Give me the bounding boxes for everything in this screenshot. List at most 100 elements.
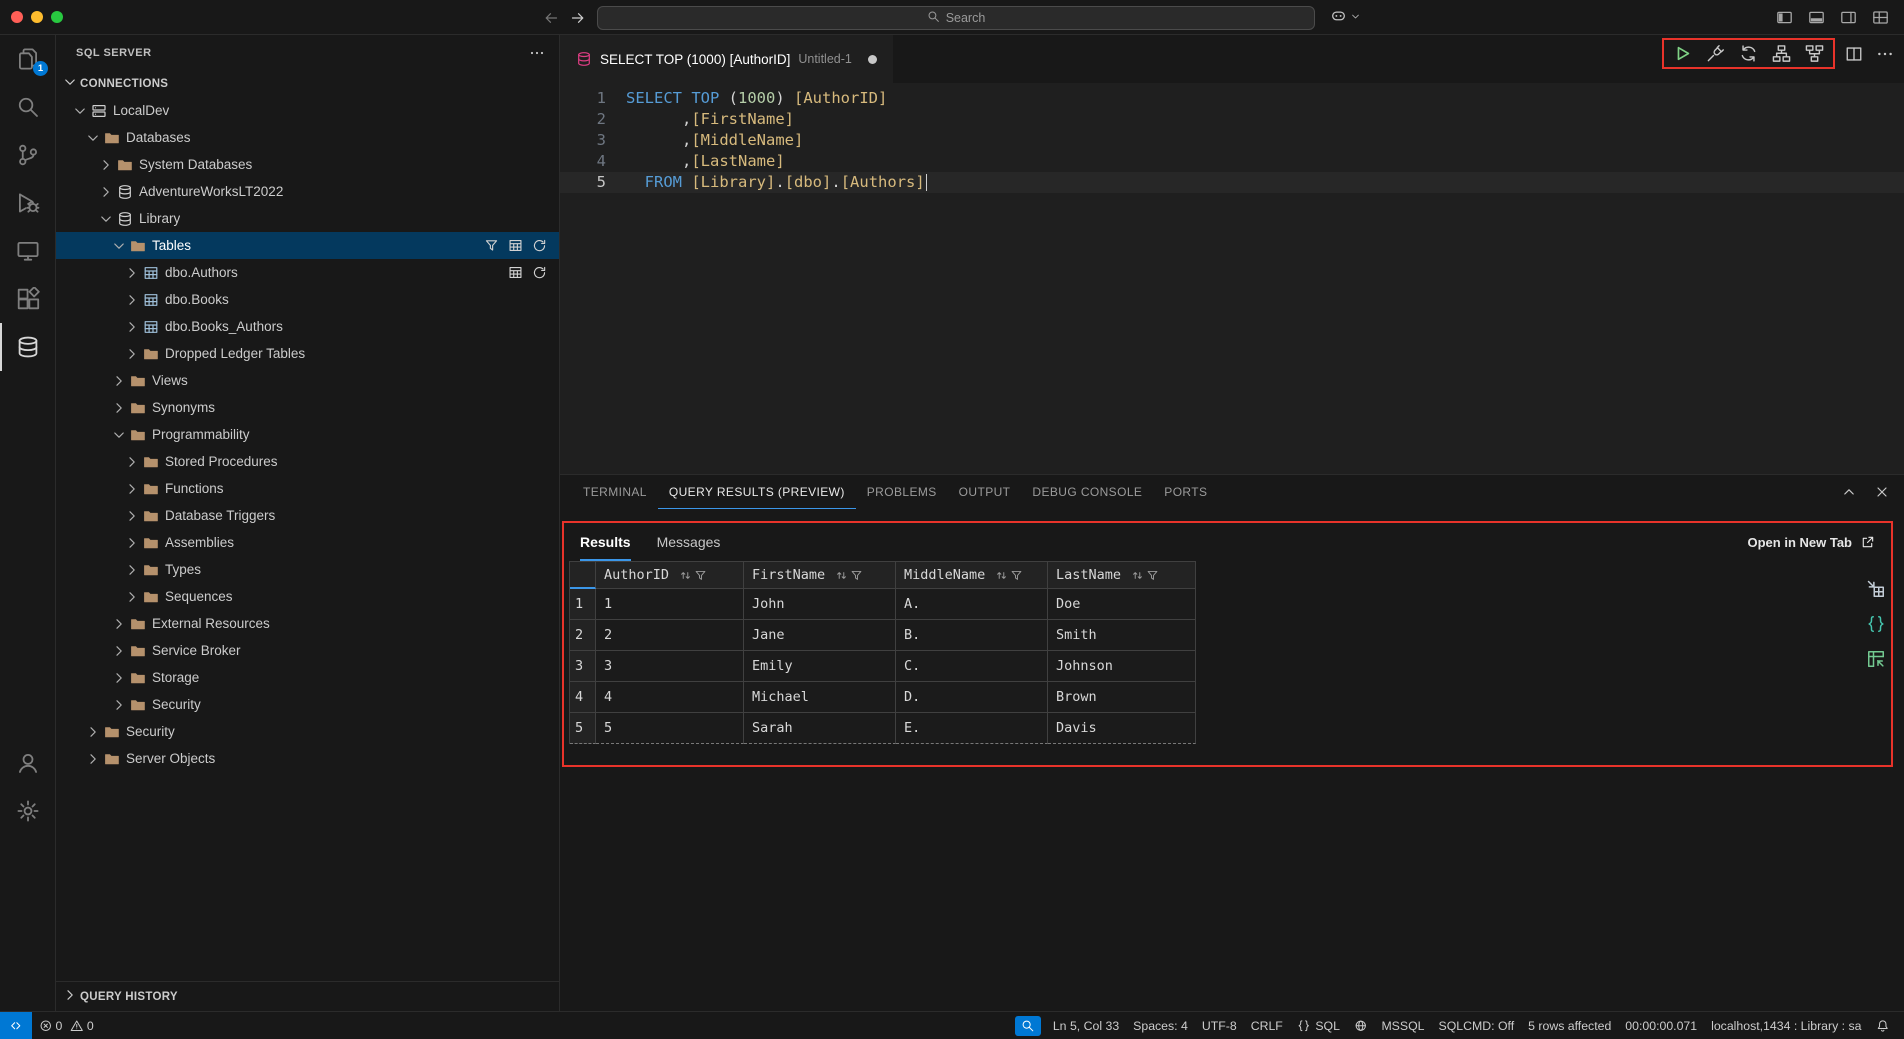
editor-tab[interactable]: SELECT TOP (1000) [AuthorID] Untitled-1 <box>560 35 893 83</box>
titlebar-toggle-secondary-sidebar-button[interactable] <box>1840 9 1857 26</box>
change-connection-button[interactable] <box>1739 44 1758 63</box>
connections-section-header[interactable]: CONNECTIONS <box>56 70 559 97</box>
grid-column-header-lastname[interactable]: LastName <box>1048 562 1196 589</box>
tree-item-adventureworkslt2022[interactable]: AdventureWorksLT2022 <box>56 178 559 205</box>
grid-cell[interactable]: A. <box>896 589 1048 620</box>
grid-cell[interactable]: Davis <box>1048 713 1196 744</box>
code-line-5[interactable]: 5 FROM [Library].[dbo].[Authors] <box>560 172 1904 193</box>
status-indentation[interactable]: Spaces: 4 <box>1126 1012 1195 1039</box>
grid-cell[interactable]: 3 <box>596 651 744 682</box>
status-encoding[interactable]: UTF-8 <box>1195 1012 1244 1039</box>
tree-item-assemblies[interactable]: Assemblies <box>56 529 559 556</box>
grid-cell[interactable]: Doe <box>1048 589 1196 620</box>
query-history-section-header[interactable]: QUERY HISTORY <box>56 981 559 1011</box>
grid-cell[interactable]: John <box>744 589 896 620</box>
grid-row-number[interactable]: 1 <box>570 589 596 620</box>
code-line-1[interactable]: 1SELECT TOP (1000) [AuthorID] <box>560 88 1904 109</box>
panel-tab-problems[interactable]: PROBLEMS <box>856 475 948 509</box>
status-problems[interactable]: 00 <box>32 1012 101 1039</box>
status-notifications[interactable] <box>1869 1012 1897 1039</box>
grid-row-number[interactable]: 2 <box>570 620 596 651</box>
status-zoom[interactable] <box>1015 1016 1041 1036</box>
status-cursor-position[interactable]: Ln 5, Col 33 <box>1046 1012 1126 1039</box>
go-back-button[interactable] <box>543 10 559 26</box>
sort-button[interactable] <box>995 569 1008 582</box>
tree-item-synonyms[interactable]: Synonyms <box>56 394 559 421</box>
refresh-button[interactable] <box>532 238 547 253</box>
close-window-button[interactable] <box>11 11 23 23</box>
grid-cell[interactable]: Sarah <box>744 713 896 744</box>
grid-cell[interactable]: B. <box>896 620 1048 651</box>
code-line-3[interactable]: 3 ,[MiddleName] <box>560 130 1904 151</box>
results-tab-messages[interactable]: Messages <box>657 523 721 561</box>
grid-cell[interactable]: Jane <box>744 620 896 651</box>
code-editor[interactable]: 1SELECT TOP (1000) [AuthorID]2 ,[FirstNa… <box>560 83 1904 474</box>
go-forward-button[interactable] <box>570 10 586 26</box>
status-sqlcmd[interactable]: SQLCMD: Off <box>1432 1012 1522 1039</box>
tree-item-database-triggers[interactable]: Database Triggers <box>56 502 559 529</box>
panel-tab-terminal[interactable]: TERMINAL <box>572 475 658 509</box>
grid-cell[interactable]: Brown <box>1048 682 1196 713</box>
maximize-window-button[interactable] <box>51 11 63 23</box>
remote-indicator[interactable] <box>0 1012 32 1039</box>
status-eol[interactable]: CRLF <box>1244 1012 1290 1039</box>
tree-item-security[interactable]: Security <box>56 718 559 745</box>
sidebar-more-actions-button[interactable] <box>529 45 545 61</box>
estimated-plan-button[interactable] <box>1772 44 1791 63</box>
column-filter-button[interactable] <box>694 569 707 582</box>
more-actions-button[interactable] <box>1876 45 1894 63</box>
sort-button[interactable] <box>1131 569 1144 582</box>
tree-item-views[interactable]: Views <box>56 367 559 394</box>
tree-item-library[interactable]: Library <box>56 205 559 232</box>
tree-item-dbo-books[interactable]: dbo.Books <box>56 286 559 313</box>
activity-bar-item-search[interactable] <box>0 83 55 131</box>
tree-item-dropped-ledger-tables[interactable]: Dropped Ledger Tables <box>56 340 559 367</box>
panel-tab-ports[interactable]: PORTS <box>1153 475 1218 509</box>
close-panel-button[interactable] <box>1874 484 1890 500</box>
grid-column-header-firstname[interactable]: FirstName <box>744 562 896 589</box>
tree-item-dbo-authors[interactable]: dbo.Authors <box>56 259 559 286</box>
split-editor-button[interactable] <box>1845 45 1863 63</box>
column-filter-button[interactable] <box>1146 569 1159 582</box>
refresh-button[interactable] <box>532 265 547 280</box>
actual-plan-button[interactable] <box>1805 44 1824 63</box>
tree-item-sequences[interactable]: Sequences <box>56 583 559 610</box>
activity-bar-item-source-control[interactable] <box>0 131 55 179</box>
command-center-search[interactable]: Search <box>597 6 1315 30</box>
grid-cell[interactable]: 2 <box>596 620 744 651</box>
activity-bar-item-remote-explorer[interactable] <box>0 227 55 275</box>
grid-cell[interactable]: Smith <box>1048 620 1196 651</box>
grid-cell[interactable]: 4 <box>596 682 744 713</box>
panel-tab-debug-console[interactable]: DEBUG CONSOLE <box>1021 475 1153 509</box>
activity-bar-item-accounts[interactable] <box>0 739 55 787</box>
tree-item-localdev[interactable]: LocalDev <box>56 97 559 124</box>
titlebar-toggle-panel-button[interactable] <box>1808 9 1825 26</box>
save-as-csv-button[interactable] <box>1866 579 1886 599</box>
code-line-4[interactable]: 4 ,[LastName] <box>560 151 1904 172</box>
table-designer-button[interactable] <box>508 238 523 253</box>
tree-item-storage[interactable]: Storage <box>56 664 559 691</box>
status-rows-affected[interactable]: 5 rows affected <box>1521 1012 1618 1039</box>
sort-button[interactable] <box>679 569 692 582</box>
grid-column-header-authorid[interactable]: AuthorID <box>596 562 744 589</box>
grid-cell[interactable]: 1 <box>596 589 744 620</box>
panel-tab-query-results-preview[interactable]: QUERY RESULTS (PREVIEW) <box>658 475 856 509</box>
save-as-excel-button[interactable] <box>1866 649 1886 669</box>
panel-tab-output[interactable]: OUTPUT <box>948 475 1022 509</box>
status-language-mode[interactable]: SQL <box>1290 1012 1347 1039</box>
run-query-button[interactable] <box>1673 44 1692 63</box>
grid-cell[interactable]: C. <box>896 651 1048 682</box>
filter-button[interactable] <box>484 238 499 253</box>
tree-item-databases[interactable]: Databases <box>56 124 559 151</box>
grid-cell[interactable]: E. <box>896 713 1048 744</box>
tree-item-system-databases[interactable]: System Databases <box>56 151 559 178</box>
activity-bar-item-run-and-debug[interactable] <box>0 179 55 227</box>
grid-row-number[interactable]: 4 <box>570 682 596 713</box>
tree-item-security[interactable]: Security <box>56 691 559 718</box>
grid-column-header-middlename[interactable]: MiddleName <box>896 562 1048 589</box>
grid-row-number[interactable]: 3 <box>570 651 596 682</box>
grid-cell[interactable]: Johnson <box>1048 651 1196 682</box>
grid-corner-cell[interactable] <box>570 562 596 589</box>
tree-item-tables[interactable]: Tables <box>56 232 559 259</box>
minimize-window-button[interactable] <box>31 11 43 23</box>
